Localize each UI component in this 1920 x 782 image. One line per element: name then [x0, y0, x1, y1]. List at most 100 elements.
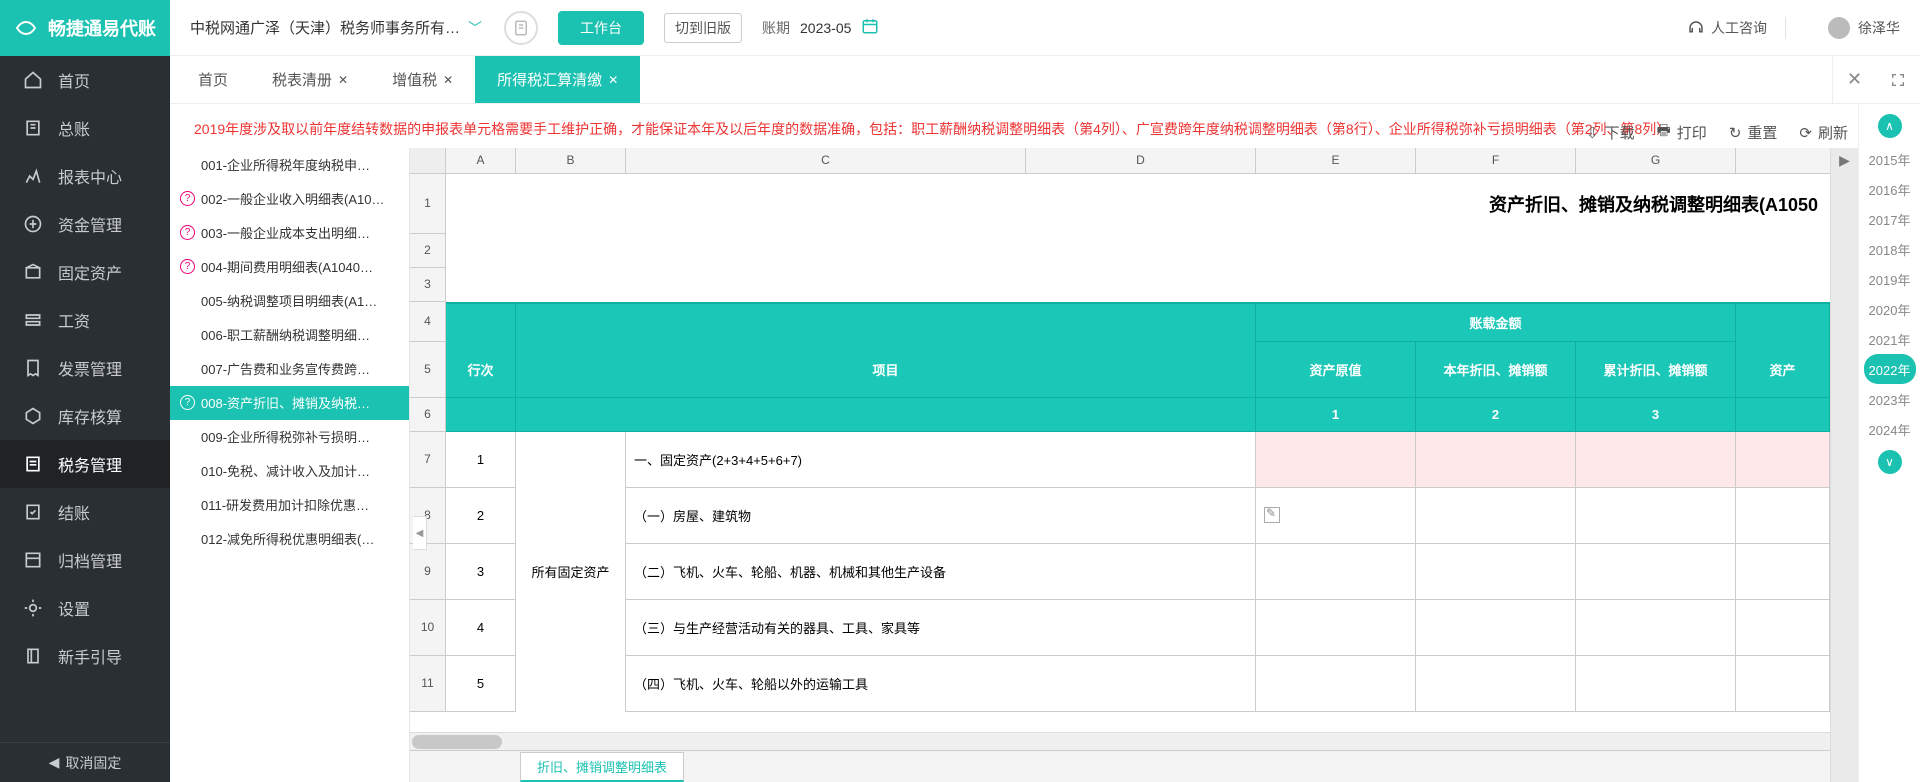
data-cell[interactable]	[1416, 432, 1576, 488]
col-header[interactable]: D	[1026, 148, 1256, 173]
year-2017年[interactable]: 2017年	[1864, 204, 1916, 234]
sidenav-item-11[interactable]: 设置	[0, 584, 170, 632]
sidenav-item-12[interactable]: 新手引导	[0, 632, 170, 680]
calendar-icon[interactable]	[861, 17, 879, 38]
data-cell[interactable]	[1736, 544, 1830, 600]
form-list-item-1[interactable]: ?002-一般企业收入明细表(A10…	[170, 182, 409, 216]
form-list-item-3[interactable]: ?004-期间费用明细表(A1040…	[170, 250, 409, 284]
scroll-down-button[interactable]: ∨	[1878, 450, 1902, 474]
year-2019年[interactable]: 2019年	[1864, 264, 1916, 294]
rowno-cell[interactable]: 4	[446, 600, 516, 656]
rowno-cell[interactable]: 5	[446, 656, 516, 712]
row-header[interactable]: 4	[410, 302, 446, 342]
form-list-item-4[interactable]: ?005-纳税调整项目明细表(A1…	[170, 284, 409, 318]
project-cell[interactable]: （一）房屋、建筑物	[626, 488, 1256, 544]
form-list-item-10[interactable]: ?011-研发费用加计扣除优惠…	[170, 488, 409, 522]
form-list-item-0[interactable]: ?001-企业所得税年度纳税申…	[170, 148, 409, 182]
col-header[interactable]: F	[1416, 148, 1576, 173]
data-cell[interactable]	[1576, 600, 1736, 656]
data-cell[interactable]	[1736, 432, 1830, 488]
data-cell[interactable]	[1736, 488, 1830, 544]
data-cell[interactable]	[1256, 600, 1416, 656]
form-list-item-9[interactable]: ?010-免税、减计收入及加计…	[170, 454, 409, 488]
switch-old-button[interactable]: 切到旧版	[664, 13, 742, 43]
form-list-item-8[interactable]: ?009-企业所得税弥补亏损明…	[170, 420, 409, 454]
scroll-right-button[interactable]: ▶	[1830, 148, 1858, 782]
data-cell[interactable]	[1576, 656, 1736, 712]
row-header[interactable]: 1	[410, 174, 446, 234]
print-button[interactable]: 🖶打印	[1657, 120, 1707, 145]
company-selector[interactable]: 中税网通广泽（天津）税务师事务所有…	[190, 17, 460, 38]
year-2018年[interactable]: 2018年	[1864, 234, 1916, 264]
form-list-item-6[interactable]: ?007-广告费和业务宣传费跨…	[170, 352, 409, 386]
sidenav-item-5[interactable]: 工资	[0, 296, 170, 344]
period-value[interactable]: 2023-05	[800, 20, 851, 36]
sidenav-item-2[interactable]: 报表中心	[0, 152, 170, 200]
row-header[interactable]: 3	[410, 268, 446, 302]
company-chevron-icon[interactable]: ﹀	[468, 18, 482, 38]
year-2021年[interactable]: 2021年	[1864, 324, 1916, 354]
row-header[interactable]: 7	[410, 432, 446, 488]
sidenav-item-7[interactable]: 库存核算	[0, 392, 170, 440]
form-list-item-5[interactable]: ?006-职工薪酬纳税调整明细…	[170, 318, 409, 352]
data-cell[interactable]	[1416, 488, 1576, 544]
rowno-cell[interactable]: 2	[446, 488, 516, 544]
data-cell[interactable]	[1256, 656, 1416, 712]
data-cell[interactable]	[1576, 432, 1736, 488]
data-cell[interactable]	[1576, 544, 1736, 600]
sidenav-item-3[interactable]: 资金管理	[0, 200, 170, 248]
data-cell[interactable]	[1736, 600, 1830, 656]
user-menu[interactable]: 徐泽华	[1828, 17, 1900, 39]
download-button[interactable]: ⇩下载	[1586, 120, 1635, 145]
sidenav-item-4[interactable]: 固定资产	[0, 248, 170, 296]
edit-icon[interactable]	[1264, 507, 1280, 523]
unpin-button[interactable]: ◀ 取消固定	[0, 742, 170, 782]
refresh-button[interactable]: ⟳刷新	[1799, 120, 1848, 145]
rowno-cell[interactable]: 1	[446, 432, 516, 488]
row-header[interactable]: 5	[410, 342, 446, 398]
project-cell[interactable]: 一、固定资产(2+3+4+5+6+7)	[626, 432, 1256, 488]
project-cell[interactable]: （三）与生产经营活动有关的器具、工具、家具等	[626, 600, 1256, 656]
col-header[interactable]: C	[626, 148, 1026, 173]
note-button[interactable]	[504, 11, 538, 45]
data-cell[interactable]	[1256, 544, 1416, 600]
row-header[interactable]: 11	[410, 656, 446, 712]
form-list-item-2[interactable]: ?003-一般企业成本支出明细…	[170, 216, 409, 250]
reset-button[interactable]: ↻重置	[1729, 120, 1778, 145]
row-header[interactable]: 2	[410, 234, 446, 268]
year-2022年[interactable]: 2022年	[1864, 354, 1916, 384]
horizontal-scrollbar[interactable]	[410, 732, 1830, 750]
year-2023年[interactable]: 2023年	[1864, 384, 1916, 414]
col-header[interactable]: G	[1576, 148, 1736, 173]
row-header[interactable]: 10	[410, 600, 446, 656]
row-header[interactable]: 9	[410, 544, 446, 600]
sidenav-item-6[interactable]: 发票管理	[0, 344, 170, 392]
sidenav-item-9[interactable]: 结账	[0, 488, 170, 536]
sidenav-item-1[interactable]: 总账	[0, 104, 170, 152]
col-header[interactable]: E	[1256, 148, 1416, 173]
col-header[interactable]: B	[516, 148, 626, 173]
project-cell[interactable]: （二）飞机、火车、轮船、机器、机械和其他生产设备	[626, 544, 1256, 600]
data-cell[interactable]	[1416, 600, 1576, 656]
collapse-formlist-button[interactable]: ◀	[413, 516, 427, 550]
year-2015年[interactable]: 2015年	[1864, 144, 1916, 174]
tab-close-button[interactable]: ✕	[1832, 56, 1876, 103]
sidenav-item-0[interactable]: 首页	[0, 56, 170, 104]
sheet-tab[interactable]: 折旧、摊销调整明细表	[520, 752, 684, 782]
sidenav-item-8[interactable]: 税务管理	[0, 440, 170, 488]
tab-3[interactable]: 所得税汇算清缴✕	[475, 56, 640, 103]
col-header[interactable]: A	[446, 148, 516, 173]
close-icon[interactable]: ✕	[338, 73, 348, 87]
tab-2[interactable]: 增值税✕	[370, 56, 475, 103]
data-cell[interactable]	[1416, 544, 1576, 600]
sheet-corner[interactable]	[410, 148, 446, 173]
data-cell[interactable]	[1256, 432, 1416, 488]
project-cell[interactable]: （四）飞机、火车、轮船以外的运输工具	[626, 656, 1256, 712]
close-icon[interactable]: ✕	[608, 73, 618, 87]
close-icon[interactable]: ✕	[443, 73, 453, 87]
row-header[interactable]: 6	[410, 398, 446, 432]
form-list-item-7[interactable]: ?008-资产折旧、摊销及纳税…	[170, 386, 409, 420]
data-cell[interactable]	[1576, 488, 1736, 544]
scroll-up-button[interactable]: ∧	[1878, 114, 1902, 138]
fullscreen-button[interactable]	[1876, 56, 1920, 103]
